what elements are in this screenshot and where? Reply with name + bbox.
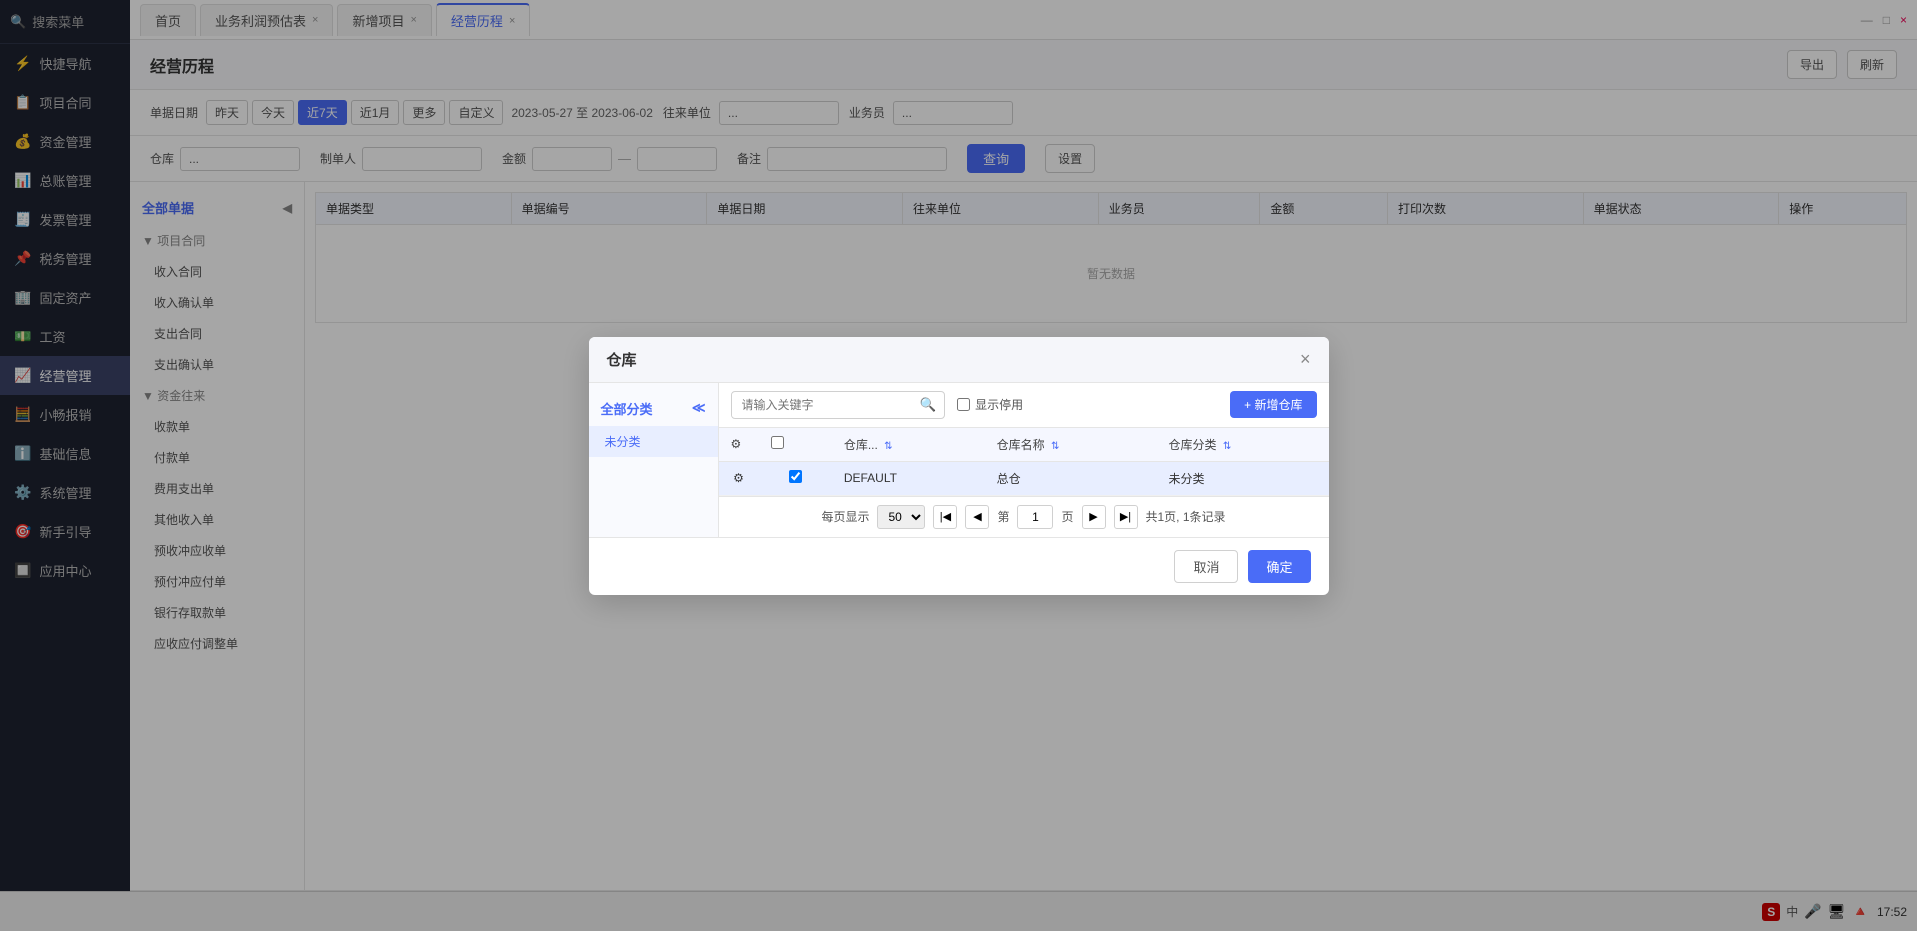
modal-table-name-col: 仓库名称 ⇅ xyxy=(985,428,1157,462)
confirm-button[interactable]: 确定 xyxy=(1248,550,1310,583)
modal-search-button[interactable]: 🔍 xyxy=(912,392,945,418)
row-name-1: 总仓 xyxy=(985,461,1157,495)
category-sort-icon[interactable]: ⇅ xyxy=(1223,441,1231,452)
show-disabled-checkbox[interactable] xyxy=(957,398,970,411)
row-check-1[interactable] xyxy=(759,461,832,495)
add-warehouse-button[interactable]: + 新增仓库 xyxy=(1230,391,1316,418)
modal-select-all-checkbox[interactable] xyxy=(771,436,784,449)
modal-table-category-col: 仓库分类 ⇅ xyxy=(1157,428,1329,462)
modal-per-page-select[interactable]: 50 xyxy=(877,505,925,529)
modal-title: 仓库 xyxy=(607,349,637,370)
modal-prev-page-btn[interactable]: ◀ xyxy=(965,505,989,529)
row-code-1: DEFAULT xyxy=(832,461,985,495)
row-gear-1[interactable]: ⚙ xyxy=(719,461,759,495)
modal-sidebar: 全部分类 ≪ 未分类 xyxy=(589,383,719,537)
code-sort-icon[interactable]: ⇅ xyxy=(884,441,892,452)
modal-header: 仓库 × xyxy=(589,337,1329,383)
modal-sidebar-header[interactable]: 全部分类 ≪ xyxy=(589,391,718,426)
modal-content: 🔍 显示停用 + 新增仓库 ⚙ xyxy=(719,383,1329,537)
modal-search-box: 🔍 xyxy=(731,391,946,419)
modal-per-page-label: 每页显示 xyxy=(821,508,869,525)
modal-actions: 取消 确定 xyxy=(589,537,1329,595)
modal-body: 全部分类 ≪ 未分类 🔍 显示停用 xyxy=(589,383,1329,537)
modal-pagination: 每页显示 50 |◀ ◀ 第 页 ▶ ▶| 共1页, 1条记录 xyxy=(719,496,1329,537)
modal-search-input[interactable] xyxy=(732,393,912,417)
modal-page-input[interactable] xyxy=(1017,505,1053,529)
modal-sidebar-item-unclassified[interactable]: 未分类 xyxy=(589,426,718,457)
modal-page-first-label: 第 xyxy=(997,508,1009,525)
modal-last-page-btn[interactable]: ▶| xyxy=(1114,505,1138,529)
modal-table-code-col: 仓库... ⇅ xyxy=(832,428,985,462)
show-disabled-label: 显示停用 xyxy=(957,396,1023,413)
modal-first-page-btn[interactable]: |◀ xyxy=(933,505,957,529)
row-category-1: 未分类 xyxy=(1157,461,1329,495)
modal-close-button[interactable]: × xyxy=(1300,349,1311,370)
modal-all-category-label: 全部分类 xyxy=(601,399,653,418)
modal-next-page-btn[interactable]: ▶ xyxy=(1082,505,1106,529)
modal-toolbar: 🔍 显示停用 + 新增仓库 xyxy=(719,383,1329,428)
modal-table-check-col xyxy=(759,428,832,462)
modal-total-text: 共1页, 1条记录 xyxy=(1146,508,1226,525)
modal-page-label: 页 xyxy=(1061,508,1073,525)
cancel-button[interactable]: 取消 xyxy=(1174,550,1238,583)
modal-warehouse-table: ⚙ 仓库... ⇅ 仓库名称 ⇅ xyxy=(719,428,1329,496)
modal-table-gear-col[interactable]: ⚙ xyxy=(719,428,759,462)
row-checkbox-1[interactable] xyxy=(789,470,802,483)
warehouse-modal: 仓库 × 全部分类 ≪ 未分类 🔍 xyxy=(589,337,1329,595)
modal-overlay: 仓库 × 全部分类 ≪ 未分类 🔍 xyxy=(0,0,1917,931)
modal-table-row[interactable]: ⚙ DEFAULT 总仓 未分类 xyxy=(719,461,1329,495)
name-sort-icon[interactable]: ⇅ xyxy=(1051,441,1059,452)
modal-sidebar-collapse-icon[interactable]: ≪ xyxy=(692,400,706,416)
modal-table-wrapper: ⚙ 仓库... ⇅ 仓库名称 ⇅ xyxy=(719,428,1329,496)
